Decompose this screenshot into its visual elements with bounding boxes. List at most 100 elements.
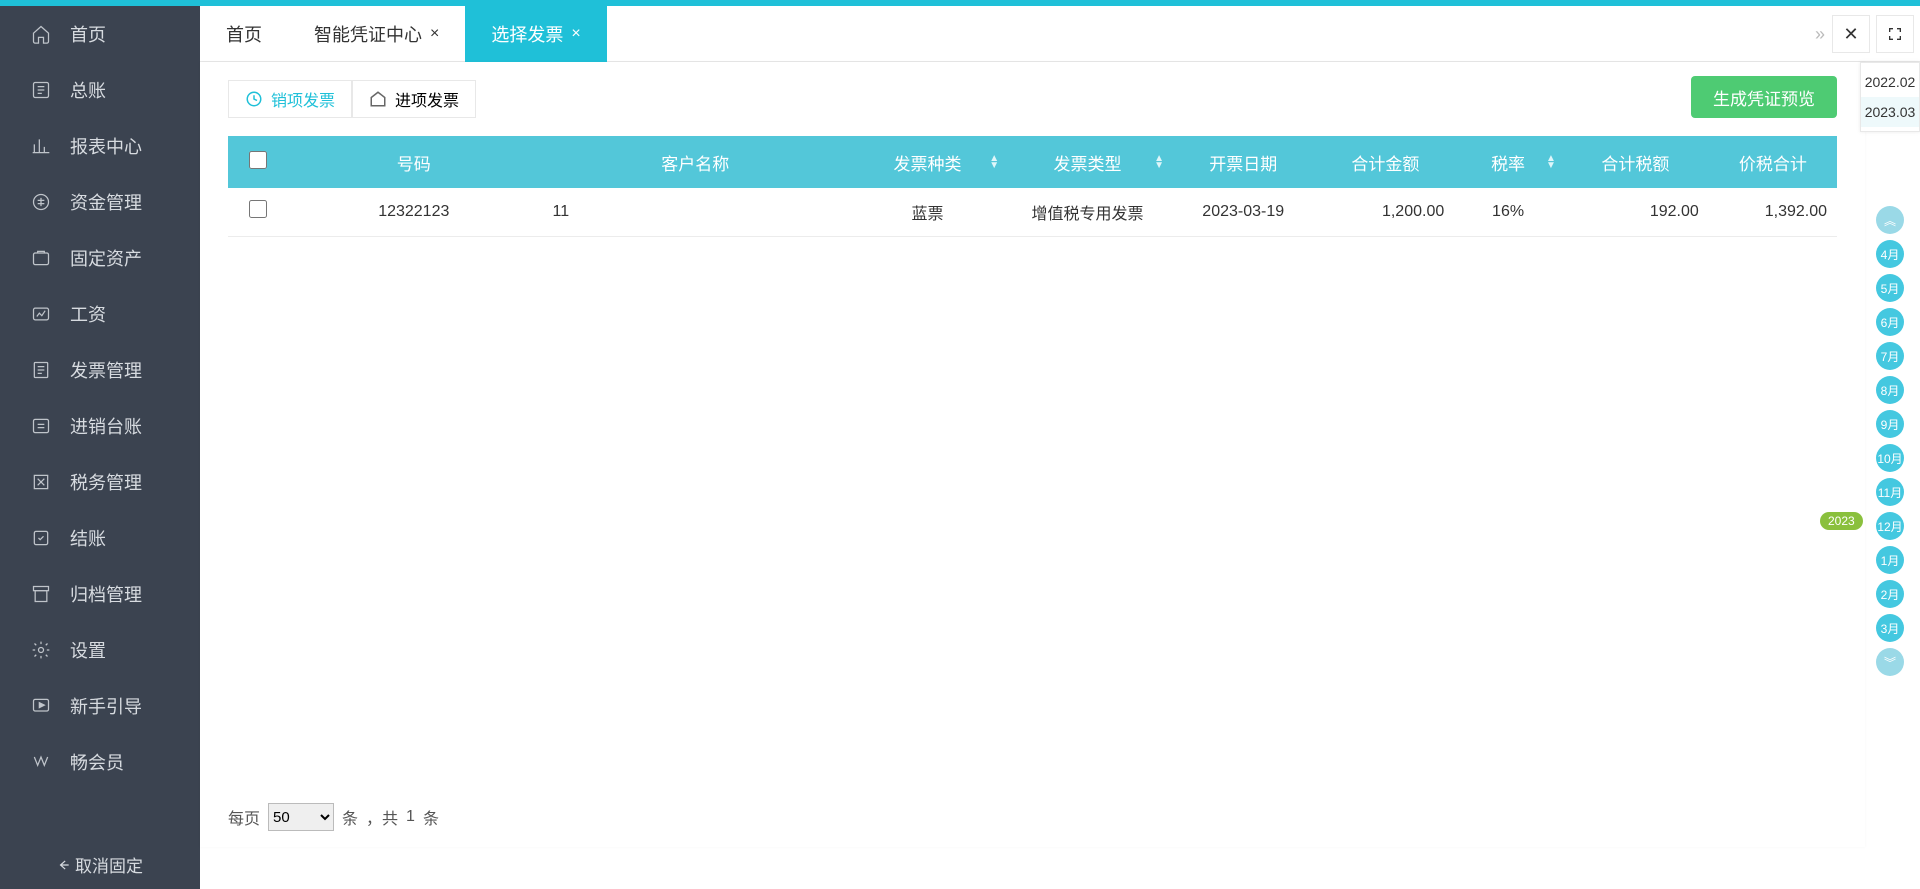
close-icon[interactable]: × [430,25,439,43]
sidebar-label: 资金管理 [70,189,142,215]
sidebar-label: 报表中心 [70,133,142,159]
invoice-table: 号码 客户名称 发票种类▲▼ 发票类型▲▼ 开票日期 合计金额 税率▲▼ 合计税… [228,136,1837,237]
tab-home[interactable]: 首页 [200,6,288,62]
sort-icon[interactable]: ▲▼ [989,155,999,169]
sidebar-item-funds[interactable]: 资金管理 [0,174,200,230]
sidebar-label: 总账 [70,77,106,103]
sidebar-label: 新手引导 [70,693,142,719]
sidebar-item-settings[interactable]: 设置 [0,622,200,678]
tab-label: 首页 [226,21,262,47]
sidebar-item-invoice[interactable]: 发票管理 [0,342,200,398]
month-button[interactable]: 2月 [1876,580,1904,608]
close-all-button[interactable]: ✕ [1832,15,1870,53]
sidebar-item-home[interactable]: 首页 [0,6,200,62]
col-tax[interactable]: 合计税额 [1562,136,1709,188]
month-button[interactable]: 3月 [1876,614,1904,642]
sidebar-item-tax[interactable]: 税务管理 [0,454,200,510]
pager-perpage-label: 每页 [228,805,260,829]
sort-icon[interactable]: ▲▼ [1546,155,1556,169]
pager-unit: 条 [342,805,358,829]
pager-total-suffix: 条 [423,805,439,829]
salary-icon [30,303,52,325]
tab-voucher-center[interactable]: 智能凭证中心 × [288,6,465,62]
cell-tax: 192.00 [1562,188,1709,236]
sidebar-label: 畅会员 [70,749,124,775]
sidebar-label: 首页 [70,21,106,47]
cell-total: 1,392.00 [1709,188,1837,236]
sidebar-item-reports[interactable]: 报表中心 [0,118,200,174]
tab-label: 选择发票 [491,21,563,47]
main-panel: 销项发票 进项发票 生成凭证预览 号码 客户名称 发票种类▲▼ 发票类型▲▼ 开… [200,62,1865,847]
sidebar-item-guide[interactable]: 新手引导 [0,678,200,734]
month-button[interactable]: 10月 [1876,444,1904,472]
cell-rate: 16% [1454,188,1562,236]
home-icon [30,23,52,45]
col-total[interactable]: 价税合计 [1709,136,1837,188]
month-button[interactable]: 12月 [1876,512,1904,540]
cell-number: 12322123 [287,188,541,236]
sidebar: 首页 总账 报表中心 资金管理 固定资产 工资 发票管理 进销台账 税务管理 结… [0,6,200,889]
sort-icon[interactable]: ▲▼ [1154,155,1164,169]
purchase-invoice-icon [369,90,387,108]
col-kind[interactable]: 发票种类▲▼ [850,136,1005,188]
cell-kind: 蓝票 [850,188,1005,236]
month-button[interactable]: 8月 [1876,376,1904,404]
sidebar-label: 发票管理 [70,357,142,383]
period-months: ︽ 4月 5月 6月 7月 8月 9月 10月 11月 12月 1月 2月 3月… [1860,206,1920,676]
chart-icon [30,135,52,157]
col-date[interactable]: 开票日期 [1170,136,1317,188]
col-number[interactable]: 号码 [287,136,541,188]
tab-label: 智能凭证中心 [314,21,422,47]
period-years: 2022.02 2023.03 [1860,62,1920,132]
inner-tab-sales[interactable]: 销项发票 [228,80,352,118]
tab-select-invoice[interactable]: 选择发票 × [465,6,606,62]
month-button[interactable]: 1月 [1876,546,1904,574]
page-size-select[interactable]: 50 [268,803,334,831]
asset-icon [30,247,52,269]
inner-tab-purchase[interactable]: 进项发票 [352,80,476,118]
col-type[interactable]: 发票类型▲▼ [1005,136,1170,188]
inner-tabs: 销项发票 进项发票 [228,80,1837,118]
sidebar-item-archive[interactable]: 归档管理 [0,566,200,622]
sidebar-label: 设置 [70,637,106,663]
sidebar-item-closing[interactable]: 结账 [0,510,200,566]
period-year-option[interactable]: 2022.02 [1861,67,1919,97]
months-down-icon[interactable]: ︾ [1876,648,1904,676]
sidebar-item-inout[interactable]: 进销台账 [0,398,200,454]
cell-date: 2023-03-19 [1170,188,1317,236]
sidebar-label: 工资 [70,301,106,327]
select-all-checkbox[interactable] [249,151,267,169]
pager-total: 1 [406,808,415,826]
month-button[interactable]: 9月 [1876,410,1904,438]
col-customer[interactable]: 客户名称 [541,136,850,188]
sidebar-item-assets[interactable]: 固定资产 [0,230,200,286]
sidebar-item-vip[interactable]: 畅会员 [0,734,200,790]
close-icon[interactable]: × [571,25,580,43]
tabs-scroll-right-icon[interactable]: » [1808,24,1832,45]
play-icon [30,695,52,717]
month-button[interactable]: 5月 [1876,274,1904,302]
row-checkbox[interactable] [249,200,267,218]
tabs-right-controls: » ✕ [1808,6,1920,62]
table-row[interactable]: 12322123 11 蓝票 增值税专用发票 2023-03-19 1,200.… [228,188,1837,236]
months-up-icon[interactable]: ︽ [1876,206,1904,234]
sidebar-label: 进销台账 [70,413,142,439]
fullscreen-button[interactable] [1876,15,1914,53]
month-button[interactable]: 7月 [1876,342,1904,370]
invoice-icon [30,359,52,381]
sidebar-label: 结账 [70,525,106,551]
month-button[interactable]: 4月 [1876,240,1904,268]
period-year-option[interactable]: 2023.03 [1861,97,1919,127]
sidebar-item-salary[interactable]: 工资 [0,286,200,342]
cancel-fix-button[interactable]: 取消固定 [0,844,200,885]
month-button[interactable]: 6月 [1876,308,1904,336]
cell-customer: 11 [541,188,850,236]
month-button[interactable]: 11月 [1876,478,1904,506]
col-rate[interactable]: 税率▲▼ [1454,136,1562,188]
sidebar-label: 税务管理 [70,469,142,495]
money-icon [30,191,52,213]
generate-voucher-button[interactable]: 生成凭证预览 [1691,76,1837,118]
sidebar-item-ledger[interactable]: 总账 [0,62,200,118]
closing-icon [30,527,52,549]
col-amount[interactable]: 合计金额 [1316,136,1454,188]
